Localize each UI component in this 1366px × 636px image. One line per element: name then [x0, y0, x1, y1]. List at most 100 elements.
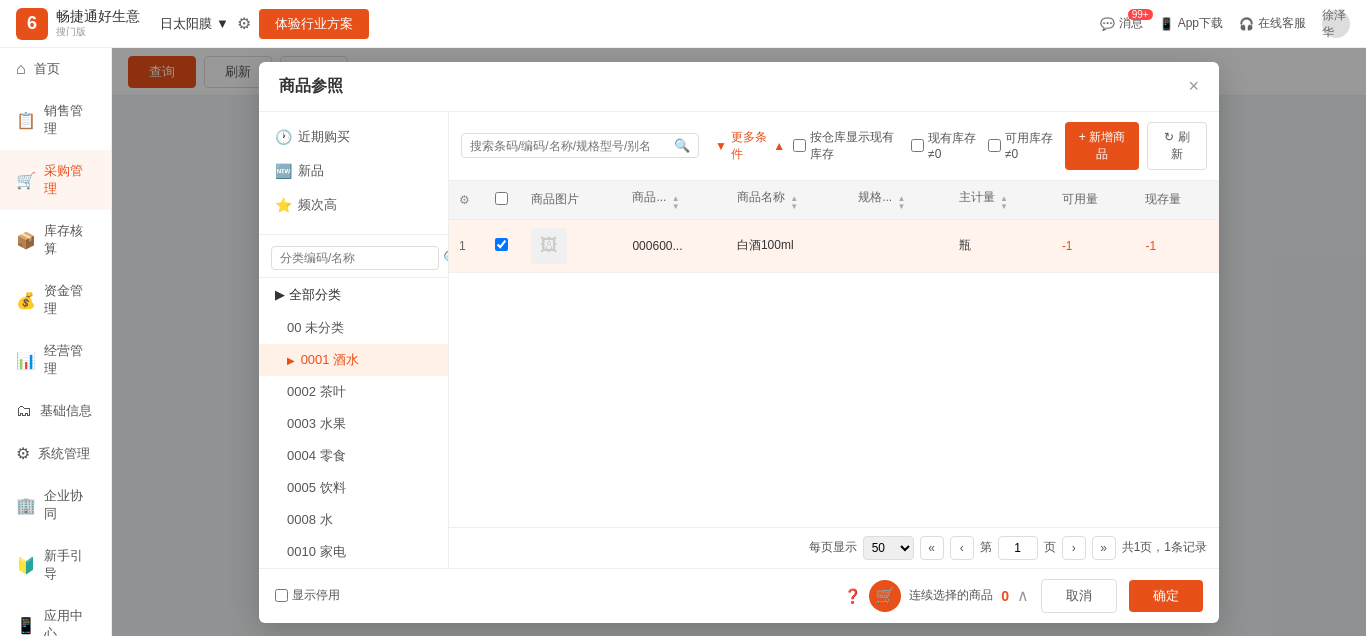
page-suffix: 页	[1044, 539, 1056, 556]
category-0005[interactable]: 0005 饮料	[259, 472, 448, 504]
experience-button[interactable]: 体验行业方案	[259, 9, 369, 39]
enterprise-icon: 🏢	[16, 496, 36, 515]
message-icon-area[interactable]: 💬 消息 99+	[1100, 15, 1143, 32]
column-settings-icon[interactable]: ⚙	[459, 193, 470, 207]
warehouse-label: 日太阳膜	[160, 15, 212, 33]
category-00[interactable]: 00 未分类	[259, 312, 448, 344]
show-disabled-checkbox-label[interactable]: 显示停用	[275, 587, 340, 604]
col-stock[interactable]: 现存量	[1135, 181, 1219, 220]
all-category-header[interactable]: ▶ 全部分类	[259, 278, 448, 312]
page-size-label: 每页显示	[809, 539, 857, 556]
sort-arrows-name: ▲▼	[790, 195, 798, 211]
cart-label: 连续选择的商品	[909, 587, 993, 604]
footer-collapse-button[interactable]: ∧	[1017, 586, 1029, 605]
sidebar-item-home[interactable]: ⌂ 首页	[0, 48, 111, 90]
appcenter-icon: 📱	[16, 616, 36, 635]
add-product-button[interactable]: + 新增商品	[1065, 122, 1139, 170]
cell-checkbox[interactable]	[485, 219, 521, 272]
page-size-select[interactable]: 20 50 100	[863, 536, 914, 560]
tab-frequent[interactable]: ⭐ 频次高	[259, 188, 448, 222]
sidebar-item-finance[interactable]: 💰 资金管理	[0, 270, 111, 330]
brand-name: 畅捷通好生意	[56, 8, 140, 25]
star-icon: ⭐	[275, 197, 292, 213]
next-page-button[interactable]: ›	[1062, 536, 1086, 560]
category-search-input[interactable]	[271, 246, 439, 270]
page-label: 第	[980, 539, 992, 556]
tab-new-product[interactable]: 🆕 新品	[259, 154, 448, 188]
sidebar-item-operation[interactable]: 📊 经营管理	[0, 330, 111, 390]
dropdown-icon: ▼	[216, 16, 229, 31]
warehouse-selector[interactable]: 日太阳膜 ▼	[160, 15, 229, 33]
stock-ne0-checkbox[interactable]	[911, 139, 924, 152]
sidebar-item-basic[interactable]: 🗂 基础信息	[0, 390, 111, 432]
product-reference-modal: 商品参照 × 🕐 近期购买 🆕	[259, 62, 1219, 623]
sidebar-item-appcenter[interactable]: 📱 应用中心	[0, 595, 111, 636]
help-icon[interactable]: ❓	[844, 588, 861, 604]
usable-ne0-checkbox-label[interactable]: 可用库存≠0	[988, 130, 1057, 161]
col-unit[interactable]: 主计量 ▲▼	[949, 181, 1052, 220]
category-0010[interactable]: 0010 家电	[259, 536, 448, 568]
last-page-button[interactable]: »	[1092, 536, 1116, 560]
all-category-label: 全部分类	[289, 286, 341, 304]
modal-toolbar: 🔍 ▼ 更多条件 ▲ 按仓库显示现有库存	[449, 112, 1219, 181]
usable-ne0-checkbox[interactable]	[988, 139, 1001, 152]
message-icon: 💬	[1100, 17, 1115, 31]
product-search-bar[interactable]: 🔍	[461, 133, 699, 158]
sidebar-item-label: 企业协同	[44, 487, 95, 523]
system-icon: ⚙	[16, 444, 30, 463]
sidebar-item-guide[interactable]: 🔰 新手引导	[0, 535, 111, 595]
show-disabled-checkbox[interactable]	[275, 589, 288, 602]
sidebar-item-system[interactable]: ⚙ 系统管理	[0, 432, 111, 475]
sidebar-item-enterprise[interactable]: 🏢 企业协同	[0, 475, 111, 535]
select-all-checkbox[interactable]	[495, 192, 508, 205]
stock-ne0-checkbox-label[interactable]: 现有库存≠0	[911, 130, 980, 161]
service-area[interactable]: 🎧 在线客服	[1239, 15, 1306, 32]
col-spec[interactable]: 规格... ▲▼	[848, 181, 948, 220]
sidebar-item-label: 库存核算	[44, 222, 95, 258]
sidebar-item-inventory[interactable]: 📦 库存核算	[0, 210, 111, 270]
brand-sub: 搜门版	[56, 25, 140, 39]
more-filter-button[interactable]: ▼ 更多条件 ▲	[715, 129, 785, 163]
sidebar-item-label: 首页	[34, 60, 60, 78]
table-row[interactable]: 1 🖼 00	[449, 219, 1219, 272]
toolbar-right-actions: + 新增商品 ↻ 刷新	[1065, 122, 1207, 170]
tab-recent-buy[interactable]: 🕐 近期购买	[259, 120, 448, 154]
category-0001[interactable]: ▶ 0001 酒水	[259, 344, 448, 376]
category-0002[interactable]: 0002 茶叶	[259, 376, 448, 408]
first-page-button[interactable]: «	[920, 536, 944, 560]
col-code[interactable]: 商品... ▲▼	[622, 181, 727, 220]
sidebar-item-label: 新手引导	[44, 547, 95, 583]
sidebar-item-label: 资金管理	[44, 282, 95, 318]
row-checkbox[interactable]	[495, 238, 508, 251]
prev-page-button[interactable]: ‹	[950, 536, 974, 560]
sidebar-item-sales[interactable]: 📋 销售管理	[0, 90, 111, 150]
stock-ne0-label: 现有库存≠0	[928, 130, 980, 161]
cancel-button[interactable]: 取消	[1041, 579, 1117, 613]
sidebar-item-label: 基础信息	[40, 402, 92, 420]
category-0008[interactable]: 0008 水	[259, 504, 448, 536]
product-search-icon[interactable]: 🔍	[674, 138, 690, 153]
sidebar-item-purchase[interactable]: 🛒 采购管理	[0, 150, 111, 210]
refresh-button[interactable]: ↻ 刷新	[1147, 122, 1207, 170]
col-name[interactable]: 商品名称 ▲▼	[727, 181, 848, 220]
modal-close-button[interactable]: ×	[1188, 76, 1199, 97]
clock-icon: 🕐	[275, 129, 292, 145]
col-usable[interactable]: 可用量	[1052, 181, 1136, 220]
app-download-area[interactable]: 📱 App下载	[1159, 15, 1223, 32]
user-area[interactable]: 徐泽华	[1322, 10, 1350, 38]
product-table-wrap: ⚙ 商品图片	[449, 181, 1219, 527]
page-number-input[interactable]	[998, 536, 1038, 560]
category-0003[interactable]: 0003 水果	[259, 408, 448, 440]
message-badge: 99+	[1128, 9, 1153, 20]
cart-button[interactable]: 🛒	[869, 580, 901, 612]
filter-label: 更多条件	[731, 129, 769, 163]
sidebar-item-label: 系统管理	[38, 445, 90, 463]
gear-icon[interactable]: ⚙	[237, 14, 251, 33]
warehouse-stock-checkbox-label[interactable]: 按仓库显示现有库存	[793, 129, 903, 163]
product-search-input[interactable]	[470, 139, 670, 153]
purchase-icon: 🛒	[16, 171, 36, 190]
category-0004[interactable]: 0004 零食	[259, 440, 448, 472]
warehouse-stock-checkbox[interactable]	[793, 139, 806, 152]
home-icon: ⌂	[16, 60, 26, 78]
confirm-button[interactable]: 确定	[1129, 580, 1203, 612]
